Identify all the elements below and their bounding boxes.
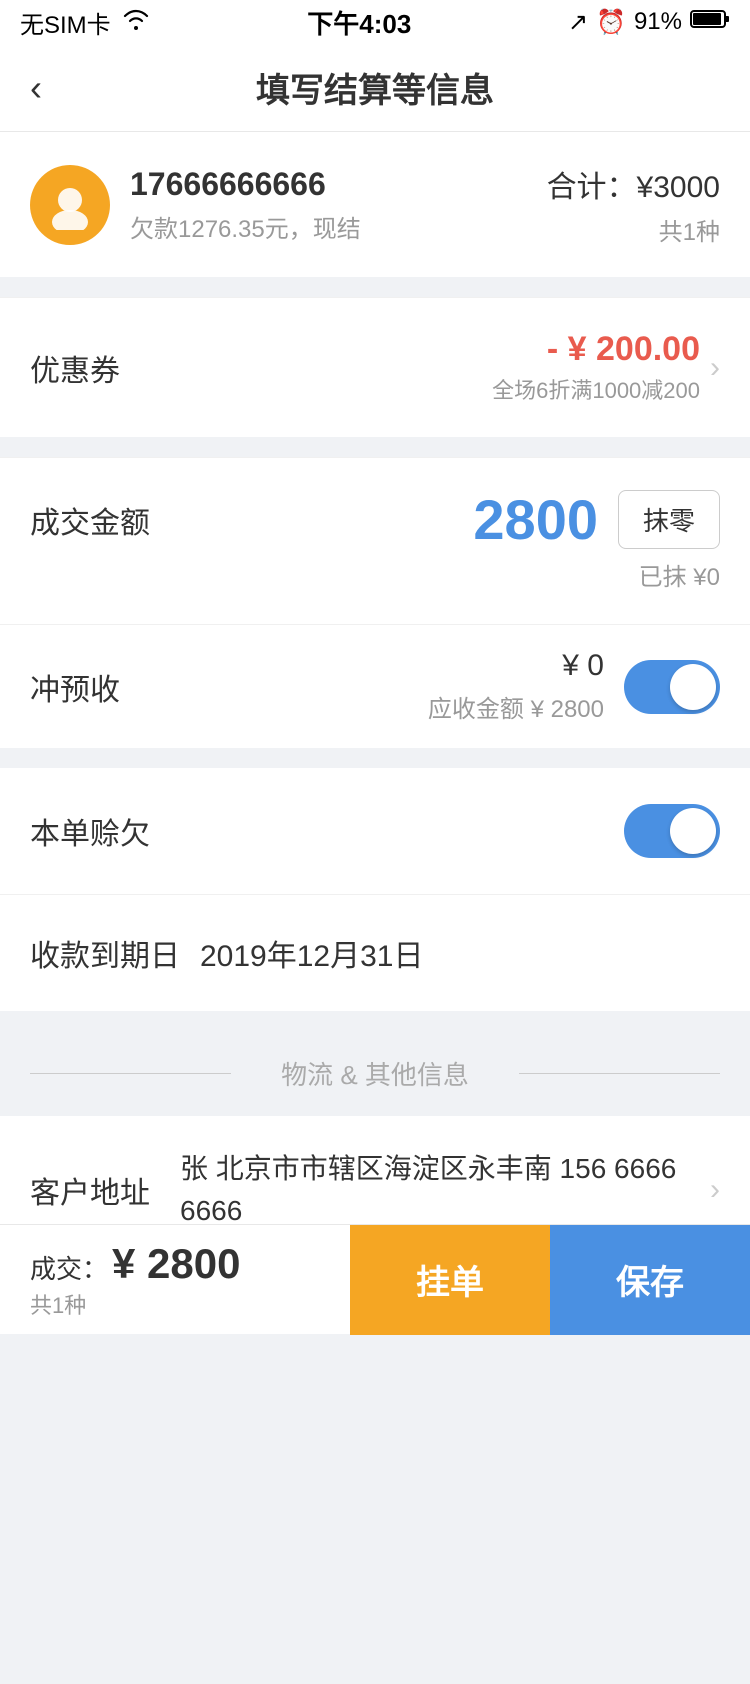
address-value: 张 北京市市辖区海淀区永丰南 156 6666 6666 xyxy=(170,1148,690,1232)
chong-amount-wrap: ¥ 0 应收金额 ¥ 2800 xyxy=(428,649,604,724)
location-icon: ↗ xyxy=(568,8,588,37)
chong-yushou-toggle[interactable] xyxy=(624,660,720,714)
deal-amount-right: 2800 抹零 xyxy=(473,490,720,549)
save-button[interactable]: 保存 xyxy=(550,1225,750,1335)
deal-amount-row: 成交金额 2800 抹零 xyxy=(30,490,720,549)
address-label: 客户地址 xyxy=(30,1168,150,1212)
nav-bar: ‹ 填写结算等信息 xyxy=(0,44,750,132)
status-left: 无SIM卡 xyxy=(20,5,151,40)
customer-count: 共1种 xyxy=(547,212,720,247)
due-date-section: 收款到期日 2019年12月31日 xyxy=(0,894,750,1011)
chong-amount-value: ¥ 0 xyxy=(562,649,604,683)
coupon-row[interactable]: 优惠券 - ¥ 200.00 全场6折满1000减200 › xyxy=(0,297,750,437)
no-sim-label: 无SIM卡 xyxy=(20,5,111,40)
toggle-knob xyxy=(670,664,716,710)
due-date-label: 收款到期日 xyxy=(30,931,180,975)
chong-receivable-label: 应收金额 ¥ 2800 xyxy=(428,689,604,724)
bottom-summary: 成交： ¥ 2800 共1种 xyxy=(0,1240,350,1320)
logistics-line-right xyxy=(519,1073,720,1074)
bottom-bar: 成交： ¥ 2800 共1种 挂单 保存 xyxy=(0,1224,750,1334)
round-zero-button[interactable]: 抹零 xyxy=(618,490,720,549)
deal-amount-sub: 已抹 ¥0 xyxy=(30,557,720,592)
chong-yushou-section: 冲预收 ¥ 0 应收金额 ¥ 2800 xyxy=(0,624,750,748)
logistics-text: 物流 & 其他信息 xyxy=(281,1055,469,1092)
due-date-value: 2019年12月31日 xyxy=(200,931,423,975)
hold-button[interactable]: 挂单 xyxy=(350,1225,550,1335)
deal-amount-section: 成交金额 2800 抹零 已抹 ¥0 xyxy=(0,457,750,624)
bottom-deal-label: 成交： xyxy=(30,1249,108,1286)
deal-amount-label: 成交金额 xyxy=(30,498,150,542)
customer-info-card: 17666666666 欠款1276.35元，现结 合计：¥3000 共1种 xyxy=(0,132,750,277)
coupon-value: - ¥ 200.00 全场6折满1000减200 xyxy=(492,330,700,405)
logistics-line-left xyxy=(30,1073,231,1074)
customer-phone: 17666666666 xyxy=(130,166,361,203)
back-button[interactable]: ‹ xyxy=(30,67,42,109)
address-chevron-icon: › xyxy=(710,1173,720,1207)
separator-2 xyxy=(0,748,750,768)
separator-3 xyxy=(0,1011,750,1031)
chong-yushou-label: 冲预收 xyxy=(30,665,120,709)
customer-right: 合计：¥3000 共1种 xyxy=(547,162,720,247)
coupon-label: 优惠券 xyxy=(30,346,120,390)
customer-total: 合计：¥3000 xyxy=(547,162,720,206)
separator-1 xyxy=(0,437,750,457)
customer-details: 17666666666 欠款1276.35元，现结 xyxy=(130,166,361,244)
status-time: 下午4:03 xyxy=(307,4,411,41)
battery-icon xyxy=(690,8,730,37)
alarm-icon: ⏰ xyxy=(596,8,626,37)
sheqian-toggle-knob xyxy=(670,808,716,854)
sheqian-label: 本单赊欠 xyxy=(30,809,150,853)
logistics-divider: 物流 & 其他信息 xyxy=(0,1031,750,1116)
coupon-amount: - ¥ 200.00 xyxy=(492,330,700,369)
bottom-amount-value: ¥ 2800 xyxy=(112,1240,240,1288)
customer-debt: 欠款1276.35元，现结 xyxy=(130,209,361,244)
coupon-desc: 全场6折满1000减200 xyxy=(492,373,700,405)
deal-amount-value: 2800 xyxy=(473,492,598,548)
content-area: 17666666666 欠款1276.35元，现结 合计：¥3000 共1种 优… xyxy=(0,132,750,1684)
sheqian-section: 本单赊欠 xyxy=(0,768,750,894)
bottom-count-label: 共1种 xyxy=(30,1288,320,1320)
customer-left: 17666666666 欠款1276.35元，现结 xyxy=(30,165,361,245)
status-bar: 无SIM卡 下午4:03 ↗ ⏰ 91% xyxy=(0,0,750,44)
battery-label: 91% xyxy=(634,8,682,36)
status-right: ↗ ⏰ 91% xyxy=(568,8,730,37)
avatar xyxy=(30,165,110,245)
sheqian-toggle[interactable] xyxy=(624,804,720,858)
wifi-icon xyxy=(121,8,151,37)
page-title: 填写结算等信息 xyxy=(256,63,494,112)
coupon-chevron-icon: › xyxy=(710,351,720,385)
